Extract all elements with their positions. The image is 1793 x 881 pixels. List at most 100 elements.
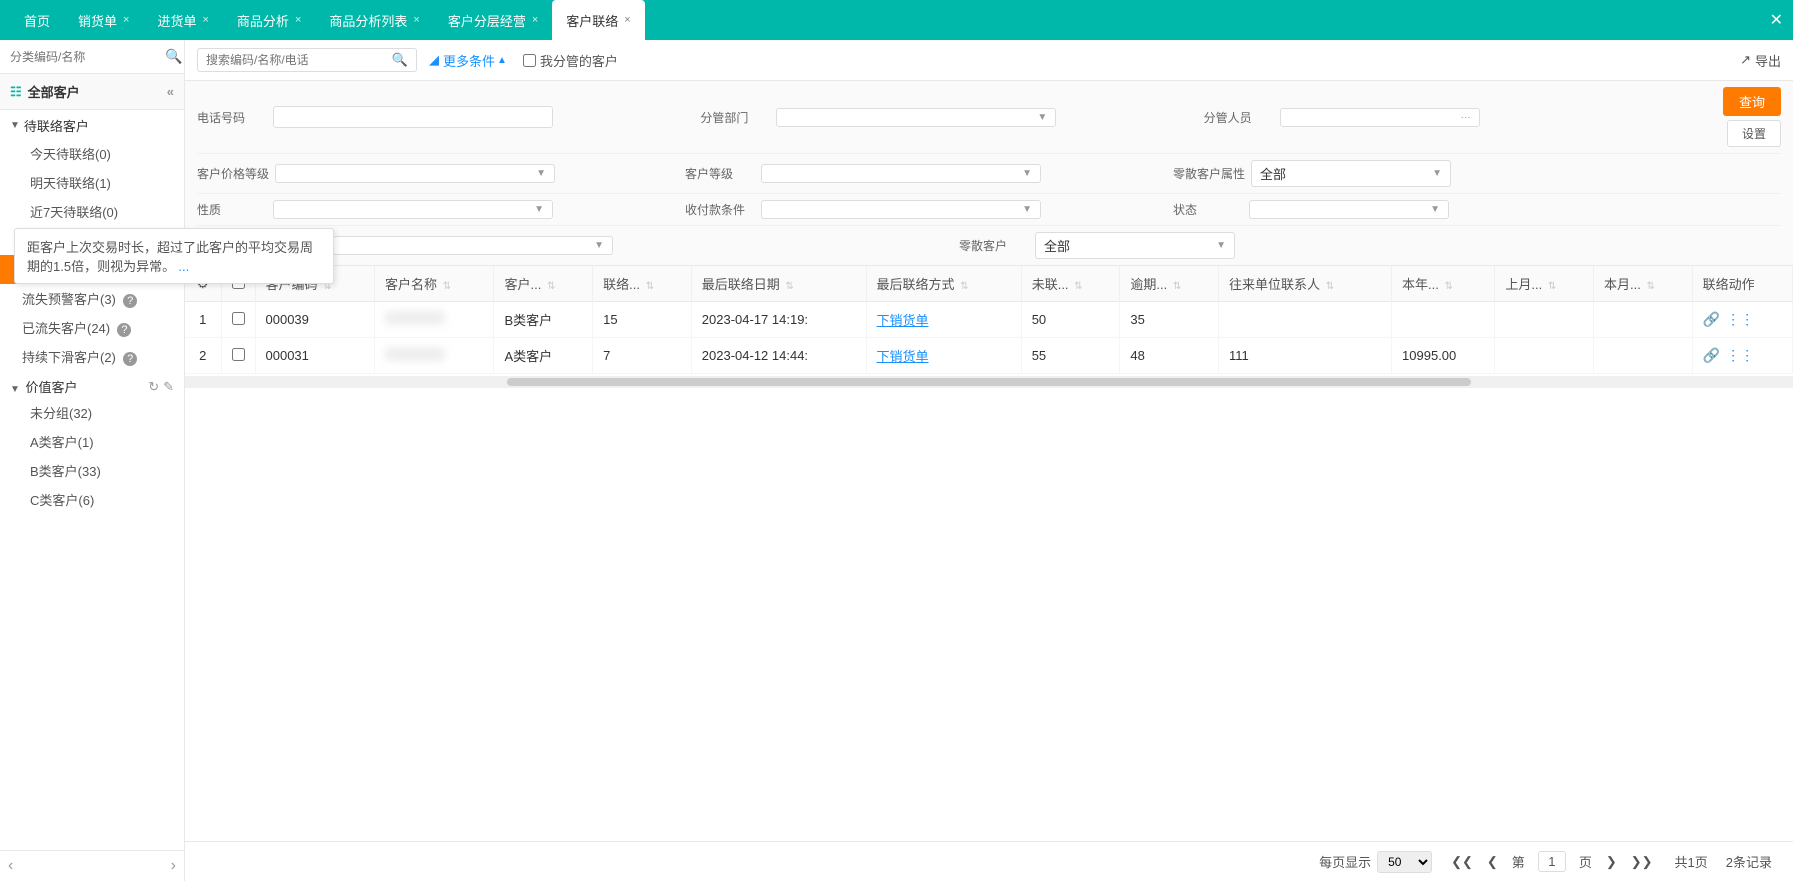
sort-contact-icon[interactable]: ⇅	[646, 281, 654, 292]
row2-checkbox-cell[interactable]	[221, 338, 255, 374]
row1-last-method[interactable]: 下销货单	[866, 302, 1021, 338]
sort-last-month-icon[interactable]: ⇅	[1548, 281, 1556, 292]
sidebar-next-icon[interactable]: ›	[171, 857, 176, 875]
row2-last-method[interactable]: 下销货单	[866, 338, 1021, 374]
sidebar-item-7days[interactable]: 近7天待联络(0)	[8, 197, 184, 226]
close-purchase-tab[interactable]: ×	[202, 14, 208, 26]
retail-attr-select[interactable]: 全部 ▼	[1251, 160, 1451, 187]
customer-level-select[interactable]: ▼	[761, 164, 1041, 183]
sort-this-month-icon[interactable]: ⇅	[1646, 281, 1654, 292]
nav-tab-purchase[interactable]: 进货单 ×	[143, 0, 222, 40]
scrollbar-thumb[interactable]	[507, 378, 1472, 386]
sidebar-item-continuous-down[interactable]: 持续下滑客户(2) ?	[0, 342, 184, 371]
col-year-amount[interactable]: 本年... ⇅	[1392, 266, 1495, 302]
sort-type-icon[interactable]: ⇅	[547, 281, 555, 292]
sort-date-icon[interactable]: ⇅	[785, 281, 793, 292]
col-customer-name[interactable]: 客户名称 ⇅	[374, 266, 493, 302]
row2-link-icon[interactable]: 🔗	[1703, 347, 1720, 364]
horizontal-scrollbar[interactable]	[185, 376, 1793, 388]
nav-tab-customer-tier[interactable]: 客户分层经营 ×	[434, 0, 552, 40]
my-customer-filter[interactable]: 我分管的客户	[523, 51, 618, 70]
sort-name-icon[interactable]: ⇅	[443, 281, 451, 292]
sidebar-prev-icon[interactable]: ‹	[8, 857, 13, 875]
col-last-month[interactable]: 上月... ⇅	[1495, 266, 1594, 302]
sort-uncontact-icon[interactable]: ⇅	[1074, 281, 1082, 292]
sidebar-item-a-class[interactable]: A类客户(1)	[8, 427, 184, 456]
loss-warning-help-icon[interactable]: ?	[123, 294, 137, 308]
current-page-input[interactable]: 1	[1538, 851, 1566, 872]
sidebar-collapse-btn[interactable]: «	[167, 84, 174, 99]
close-customer-tier-tab[interactable]: ×	[532, 14, 538, 26]
row1-checkbox[interactable]	[232, 312, 245, 325]
last-page-btn[interactable]: ❯❯	[1626, 852, 1658, 872]
phone-input[interactable]	[273, 106, 553, 128]
sidebar-item-loss-warning[interactable]: 流失预警客户(3) ?	[0, 284, 184, 313]
status-select[interactable]: ▼	[1249, 200, 1449, 219]
sidebar-item-b-class[interactable]: B类客户(33)	[8, 456, 184, 485]
filter-gender-cell: 性质 ▼	[197, 200, 685, 219]
sidebar-item-today[interactable]: 今天待联络(0)	[8, 139, 184, 168]
main-search-icon[interactable]: 🔍	[392, 52, 408, 68]
value-customer-refresh-icon[interactable]: ↻	[148, 379, 159, 395]
dept-select[interactable]: ▼	[776, 108, 1056, 127]
filter-more-btn[interactable]: ◢ 更多条件 ▲	[429, 51, 507, 70]
sort-year-icon[interactable]: ⇅	[1445, 281, 1453, 292]
col-related-person[interactable]: 往来单位联系人 ⇅	[1219, 266, 1392, 302]
sidebar-all-customers-header[interactable]: ☷ 全部客户 «	[0, 74, 184, 110]
close-product-analysis-tab[interactable]: ×	[295, 14, 301, 26]
col-this-month[interactable]: 本月... ⇅	[1594, 266, 1693, 302]
row2-name[interactable]	[374, 338, 493, 374]
sidebar-search-input[interactable]	[10, 50, 165, 64]
continuous-down-help-icon[interactable]: ?	[123, 352, 137, 366]
row1-more-icon[interactable]: ⋮⋮	[1726, 311, 1754, 328]
retail-customer-select[interactable]: 全部 ▼	[1035, 232, 1235, 259]
col-action[interactable]: 联络动作	[1692, 266, 1792, 302]
lost-customers-help-icon[interactable]: ?	[117, 323, 131, 337]
price-level-select[interactable]: ▼	[275, 164, 555, 183]
nav-tab-customer-contact[interactable]: 客户联络 ×	[552, 0, 644, 40]
sidebar-item-lost-customers[interactable]: 已流失客户(24) ?	[0, 313, 184, 342]
close-all-tabs[interactable]: ✕	[1770, 10, 1783, 30]
row1-checkbox-cell[interactable]	[221, 302, 255, 338]
nav-tab-product-analysis[interactable]: 商品分析 ×	[223, 0, 315, 40]
close-product-list-tab[interactable]: ×	[413, 14, 419, 26]
next-page-btn[interactable]: ❯	[1601, 852, 1622, 872]
nav-tab-product-list[interactable]: 商品分析列表 ×	[315, 0, 433, 40]
col-customer-type[interactable]: 客户... ⇅	[494, 266, 593, 302]
payment-select[interactable]: ▼	[761, 200, 1041, 219]
sort-overdue-icon[interactable]: ⇅	[1173, 281, 1181, 292]
prev-page-btn[interactable]: ❮	[1482, 852, 1503, 872]
col-last-date[interactable]: 最后联络日期 ⇅	[691, 266, 866, 302]
tooltip-dots[interactable]: ...	[178, 259, 184, 274]
row2-more-icon[interactable]: ⋮⋮	[1726, 347, 1754, 364]
col-overdue[interactable]: 逾期... ⇅	[1120, 266, 1219, 302]
row2-checkbox[interactable]	[232, 348, 245, 361]
sidebar-item-c-class[interactable]: C类客户(6)	[8, 485, 184, 514]
my-customer-checkbox[interactable]	[523, 54, 536, 67]
col-contact-count[interactable]: 联络... ⇅	[593, 266, 692, 302]
customer-type-select[interactable]: ▼	[333, 236, 613, 255]
sidebar-search-icon[interactable]: 🔍	[165, 48, 182, 65]
query-button[interactable]: 查询	[1723, 87, 1781, 116]
nav-tab-sales[interactable]: 销货单 ×	[64, 0, 143, 40]
setting-button[interactable]: 设置	[1727, 120, 1781, 147]
close-sales-tab[interactable]: ×	[123, 14, 129, 26]
close-customer-contact-tab[interactable]: ×	[624, 14, 630, 26]
col-last-method[interactable]: 最后联络方式 ⇅	[866, 266, 1021, 302]
gender-select[interactable]: ▼	[273, 200, 553, 219]
row1-name[interactable]	[374, 302, 493, 338]
sort-method-icon[interactable]: ⇅	[960, 281, 968, 292]
first-page-btn[interactable]: ❮❮	[1446, 852, 1478, 872]
per-page-select[interactable]: 50 100 200	[1377, 851, 1432, 873]
person-select[interactable]: ···	[1280, 108, 1480, 127]
value-customer-edit-icon[interactable]: ✎	[163, 379, 174, 395]
export-btn[interactable]: ↗ 导出	[1740, 51, 1781, 70]
sidebar-item-ungrouped[interactable]: 未分组(32)	[8, 398, 184, 427]
sidebar-pending-contact-section[interactable]: ▼ 待联络客户	[0, 110, 184, 139]
sidebar-item-tomorrow[interactable]: 明天待联络(1)	[8, 168, 184, 197]
row1-link-icon[interactable]: 🔗	[1703, 311, 1720, 328]
col-uncontact[interactable]: 未联... ⇅	[1021, 266, 1120, 302]
sort-related-icon[interactable]: ⇅	[1326, 281, 1334, 292]
nav-tab-home[interactable]: 首页	[10, 0, 64, 40]
main-search-input[interactable]	[206, 53, 388, 67]
